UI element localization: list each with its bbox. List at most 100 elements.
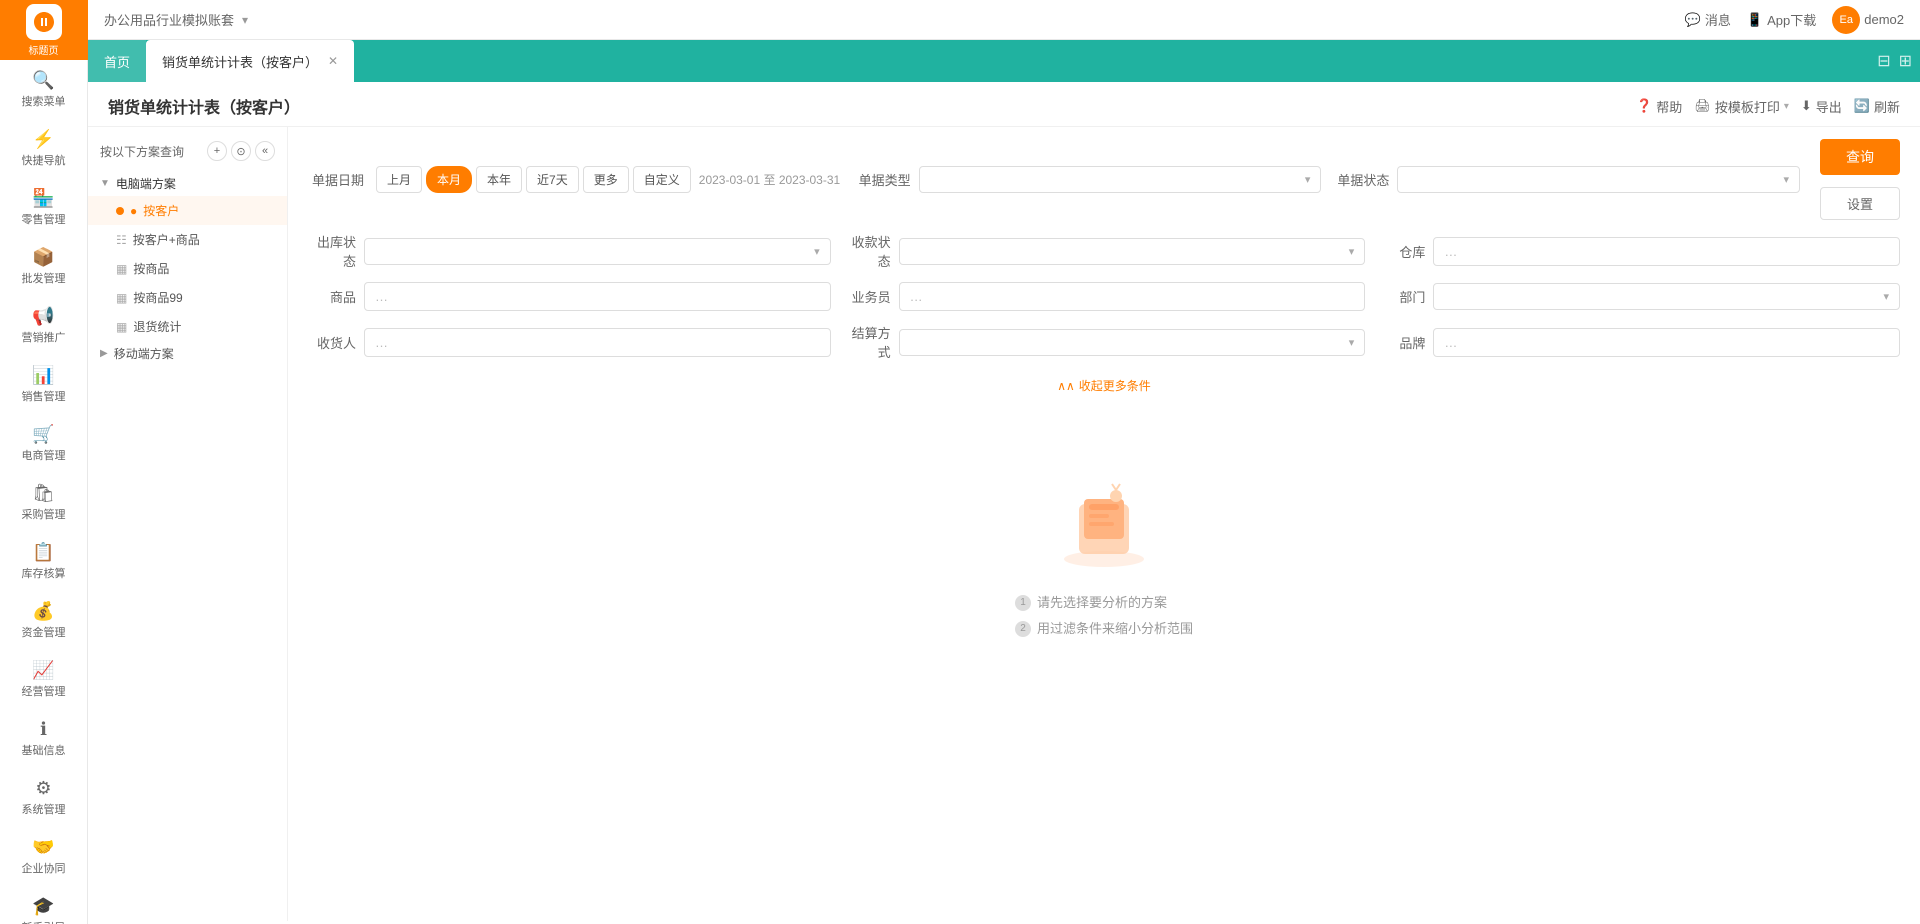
more-btn[interactable]: 更多 xyxy=(583,166,629,193)
by-cp-label: 按客户+商品 xyxy=(133,231,200,248)
order-status-arrow: ▾ xyxy=(1783,173,1789,186)
logo-area[interactable]: 标题页 xyxy=(0,0,88,60)
custom-btn[interactable]: 自定义 xyxy=(633,166,691,193)
salesperson-select[interactable]: … xyxy=(899,282,1366,311)
sidebar-item-quick-nav[interactable]: ⚡ 快捷导航 xyxy=(0,119,87,178)
template-print-label: 按模板打印 xyxy=(1715,97,1780,116)
sidebar-item-ecommerce[interactable]: 🛒 电商管理 xyxy=(0,414,87,473)
receiver-select[interactable]: … xyxy=(364,328,831,357)
sales-tab-label: 销货单统计计表（按客户） xyxy=(162,52,318,71)
out-status-select[interactable]: ▾ xyxy=(364,238,831,265)
scheme-item-by-customer[interactable]: ● 按客户 xyxy=(88,196,287,225)
sidebar-item-inventory[interactable]: 📋 库存核算 xyxy=(0,532,87,591)
tab-minimize-btn[interactable]: ⊟ xyxy=(1877,51,1890,71)
warehouse-select[interactable]: … xyxy=(1433,237,1900,266)
query-button[interactable]: 查询 xyxy=(1820,139,1900,175)
sidebar-item-operations[interactable]: 📈 经营管理 xyxy=(0,650,87,709)
payment-status-select[interactable]: ▾ xyxy=(899,238,1366,265)
main-area: 办公用品行业模拟账套 ▾ 💬 消息 📱 App下载 Ea demo2 xyxy=(88,0,1920,924)
settings-button[interactable]: 设置 xyxy=(1820,187,1900,220)
collapse-panel-btn[interactable]: « xyxy=(255,141,275,161)
department-label: 部门 xyxy=(1377,287,1425,306)
app-subtitle: 办公用品行业模拟账套 xyxy=(104,10,234,29)
order-status-group: 单据状态 ▾ xyxy=(1333,166,1800,193)
user-profile[interactable]: Ea demo2 xyxy=(1832,6,1904,34)
sidebar-label-purchase: 采购管理 xyxy=(22,506,66,522)
return-stat-label: 退货统计 xyxy=(133,318,181,335)
desktop-scheme-group: ▼ 电脑端方案 ● 按客户 ☷ 按客户+商品 xyxy=(88,171,287,341)
scheme-item-by-product[interactable]: ▦ 按商品 xyxy=(88,254,287,283)
salesperson-cell: 业务员 … xyxy=(843,282,1366,311)
guide-icon: 🎓 xyxy=(32,896,54,917)
by-customer-label: 按客户 xyxy=(143,202,179,219)
tab-home[interactable]: 首页 xyxy=(88,40,146,82)
sidebar-item-purchase[interactable]: 🛍 采购管理 xyxy=(0,473,87,532)
sidebar-item-new-guide[interactable]: 🎓 新手引导 xyxy=(0,886,87,924)
warehouse-cell: 仓库 … xyxy=(1377,237,1900,266)
settlement-select[interactable]: ▾ xyxy=(899,329,1366,356)
department-select[interactable]: ▾ xyxy=(1433,283,1900,310)
sidebar-item-retail[interactable]: 🏪 零售管理 xyxy=(0,178,87,237)
scheme-item-by-product-99[interactable]: ▦ 按商品99 xyxy=(88,283,287,312)
template-print-btn[interactable]: 🖨 按模板打印 ▾ xyxy=(1694,97,1789,116)
message-btn[interactable]: 💬 消息 xyxy=(1685,10,1731,29)
purchase-icon: 🛍 xyxy=(32,483,55,504)
sidebar-item-enterprise[interactable]: 🤝 企业协同 xyxy=(0,827,87,886)
sidebar-item-sales[interactable]: 📊 销售管理 xyxy=(0,355,87,414)
home-tab-label: 首页 xyxy=(104,52,130,71)
header-left: 办公用品行业模拟账套 ▾ xyxy=(104,10,248,29)
tip1-text: 请先选择要分析的方案 xyxy=(1037,590,1167,616)
refresh-btn[interactable]: 🔄 刷新 xyxy=(1854,97,1900,116)
brand-select[interactable]: … xyxy=(1433,328,1900,357)
export-label: 导出 xyxy=(1816,97,1842,116)
export-btn[interactable]: ⬇ 导出 xyxy=(1801,97,1842,116)
product-select[interactable]: … xyxy=(364,282,831,311)
order-status-label: 单据状态 xyxy=(1333,170,1389,189)
left-panel-title: 按以下方案查询 xyxy=(100,143,184,160)
order-status-select[interactable]: ▾ xyxy=(1397,166,1800,193)
brand-cell: 品牌 … xyxy=(1377,328,1900,357)
avatar: Ea xyxy=(1832,6,1860,34)
desktop-scheme-title[interactable]: ▼ 电脑端方案 xyxy=(88,171,287,196)
app-download-btn[interactable]: 📱 App下载 xyxy=(1747,10,1816,29)
out-status-cell: 出库状态 ▾ xyxy=(308,232,831,270)
order-type-select[interactable]: ▾ xyxy=(919,166,1322,193)
tab-close-btn[interactable]: ✕ xyxy=(328,54,338,68)
tab-sales-stat[interactable]: 销货单统计计表（按客户） ✕ xyxy=(146,40,354,82)
mobile-scheme-label: 移动端方案 xyxy=(114,345,174,362)
scheme-settings-btn[interactable]: ⊙ xyxy=(231,141,251,161)
sidebar-item-search-menu[interactable]: 🔍 搜索菜单 xyxy=(0,60,87,119)
sidebar-label-retail: 零售管理 xyxy=(22,211,66,227)
sidebar-item-system[interactable]: ⚙ 系统管理 xyxy=(0,768,87,827)
payment-status-cell: 收款状态 ▾ xyxy=(843,232,1366,270)
last7days-btn[interactable]: 近7天 xyxy=(526,166,579,193)
finance-icon: 💰 xyxy=(32,601,54,622)
salesperson-dots: … xyxy=(910,289,925,304)
add-scheme-btn[interactable]: + xyxy=(207,141,227,161)
sidebar-label-system: 系统管理 xyxy=(22,801,66,817)
product-cell: 商品 … xyxy=(308,282,831,311)
receiver-dots: … xyxy=(375,335,390,350)
collapse-filters-btn[interactable]: ∧∧ 收起更多条件 xyxy=(308,369,1900,402)
sidebar-item-basic[interactable]: ℹ 基础信息 xyxy=(0,709,87,768)
cur-month-btn[interactable]: 本月 xyxy=(426,166,472,193)
cur-year-btn[interactable]: 本年 xyxy=(476,166,522,193)
settlement-arrow: ▾ xyxy=(1349,336,1355,349)
scheme-item-return-stat[interactable]: ▦ 退货统计 xyxy=(88,312,287,341)
sidebar-item-marketing[interactable]: 📢 营销推广 xyxy=(0,296,87,355)
prev-month-btn[interactable]: 上月 xyxy=(376,166,422,193)
page-actions: ❓ 帮助 🖨 按模板打印 ▾ ⬇ 导出 🔄 刷新 xyxy=(1636,97,1900,116)
receiver-cell: 收货人 … xyxy=(308,328,831,357)
mobile-scheme-title[interactable]: ▶ 移动端方案 xyxy=(88,341,287,366)
app-download-label: App下载 xyxy=(1767,10,1816,29)
sidebar-item-wholesale[interactable]: 📦 批发管理 xyxy=(0,237,87,296)
by-product-icon: ▦ xyxy=(116,262,127,276)
subtitle-dropdown[interactable]: ▾ xyxy=(242,13,248,27)
export-icon: ⬇ xyxy=(1801,98,1812,114)
active-indicator xyxy=(116,207,124,215)
sidebar-item-finance[interactable]: 💰 资金管理 xyxy=(0,591,87,650)
help-btn[interactable]: ❓ 帮助 xyxy=(1636,97,1682,116)
scheme-item-by-customer-product[interactable]: ☷ 按客户+商品 xyxy=(88,225,287,254)
sidebar-label-finance: 资金管理 xyxy=(22,624,66,640)
tab-maximize-btn[interactable]: ⊞ xyxy=(1899,51,1912,71)
